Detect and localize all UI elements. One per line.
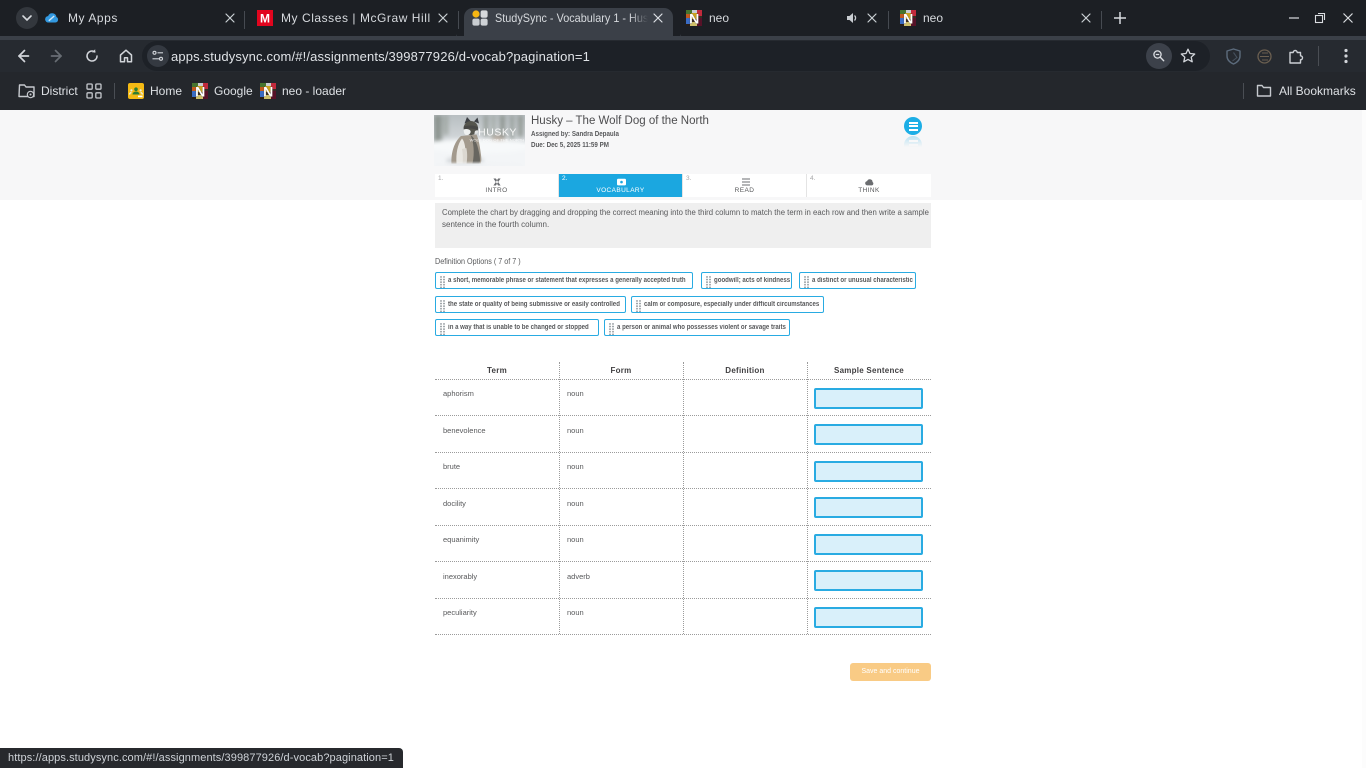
svg-text:WOLF DOG OF THE NORTH: WOLF DOG OF THE NORTH (470, 137, 525, 142)
svg-text:N: N (903, 11, 913, 26)
svg-text:N: N (263, 84, 273, 99)
svg-text:M: M (260, 12, 270, 26)
svg-text:N: N (689, 11, 699, 26)
svg-text:N: N (195, 84, 205, 99)
